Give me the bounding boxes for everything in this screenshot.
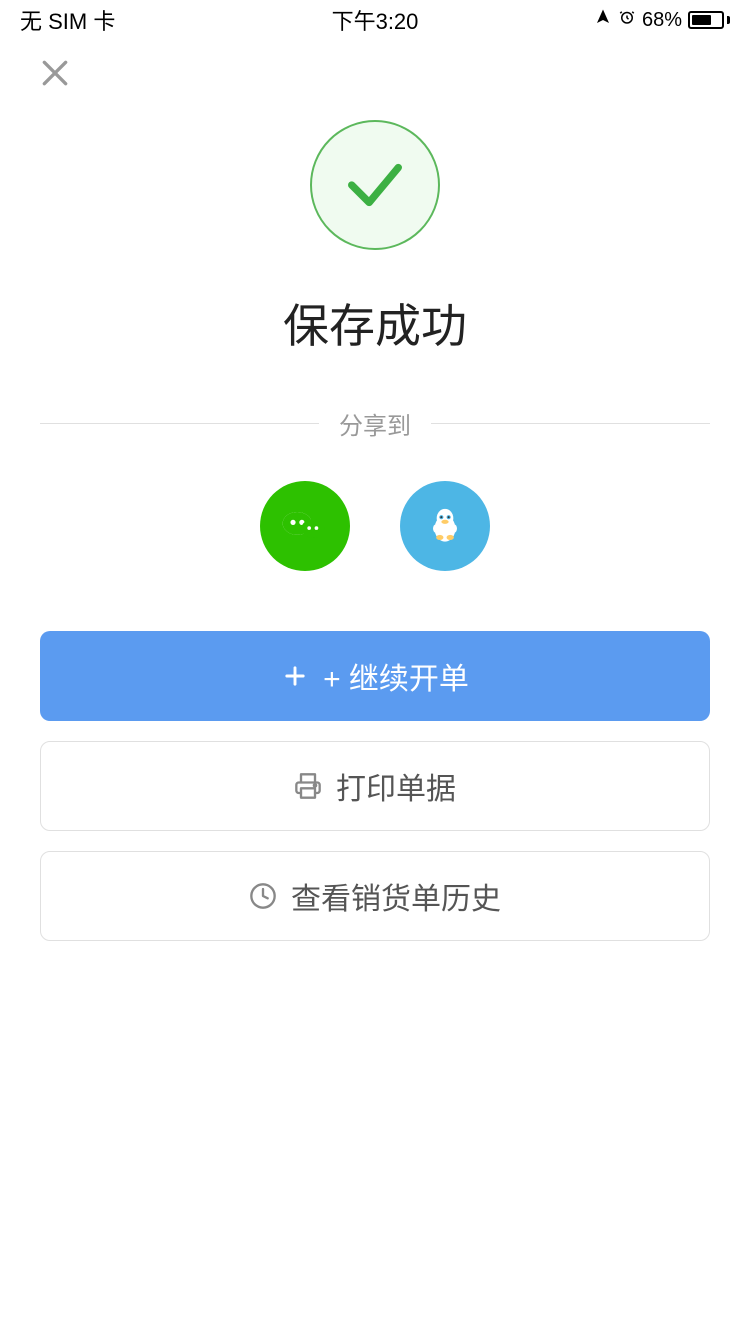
- continue-label: + 继续开单: [323, 654, 469, 698]
- system-icons: 68%: [594, 8, 730, 32]
- history-icon: [249, 882, 277, 910]
- carrier-info: 无 SIM 卡: [20, 4, 123, 36]
- battery-indicator: [688, 11, 730, 29]
- status-bar: 无 SIM 卡 下午3:20 68%: [0, 0, 750, 40]
- close-button[interactable]: [30, 48, 80, 98]
- wechat-share-button[interactable]: [260, 481, 350, 571]
- continue-button[interactable]: + 继续开单: [40, 631, 710, 721]
- carrier-text: 无 SIM 卡: [20, 4, 115, 36]
- alarm-icon: [618, 8, 636, 32]
- qq-share-button[interactable]: [400, 481, 490, 571]
- divider-line-right: [431, 423, 710, 424]
- share-label: 分享到: [319, 406, 431, 441]
- share-divider: 分享到: [0, 406, 750, 441]
- divider-line-left: [40, 423, 319, 424]
- main-content: 保存成功 分享到: [0, 40, 750, 941]
- battery-text: 68%: [642, 9, 682, 32]
- history-button[interactable]: 查看销货单历史: [40, 851, 710, 941]
- print-label: 打印单据: [336, 764, 456, 808]
- history-label: 查看销货单历史: [291, 874, 501, 918]
- location-icon: [594, 8, 612, 32]
- plus-icon: [281, 662, 309, 690]
- success-title: 保存成功: [283, 290, 467, 356]
- success-icon-circle: [310, 120, 440, 250]
- share-icons-container: [260, 481, 490, 571]
- action-buttons: + 继续开单 打印单据 查看销货单历史: [0, 631, 750, 941]
- clock: 下午3:20: [332, 4, 419, 36]
- print-button[interactable]: 打印单据: [40, 741, 710, 831]
- printer-icon: [294, 772, 322, 800]
